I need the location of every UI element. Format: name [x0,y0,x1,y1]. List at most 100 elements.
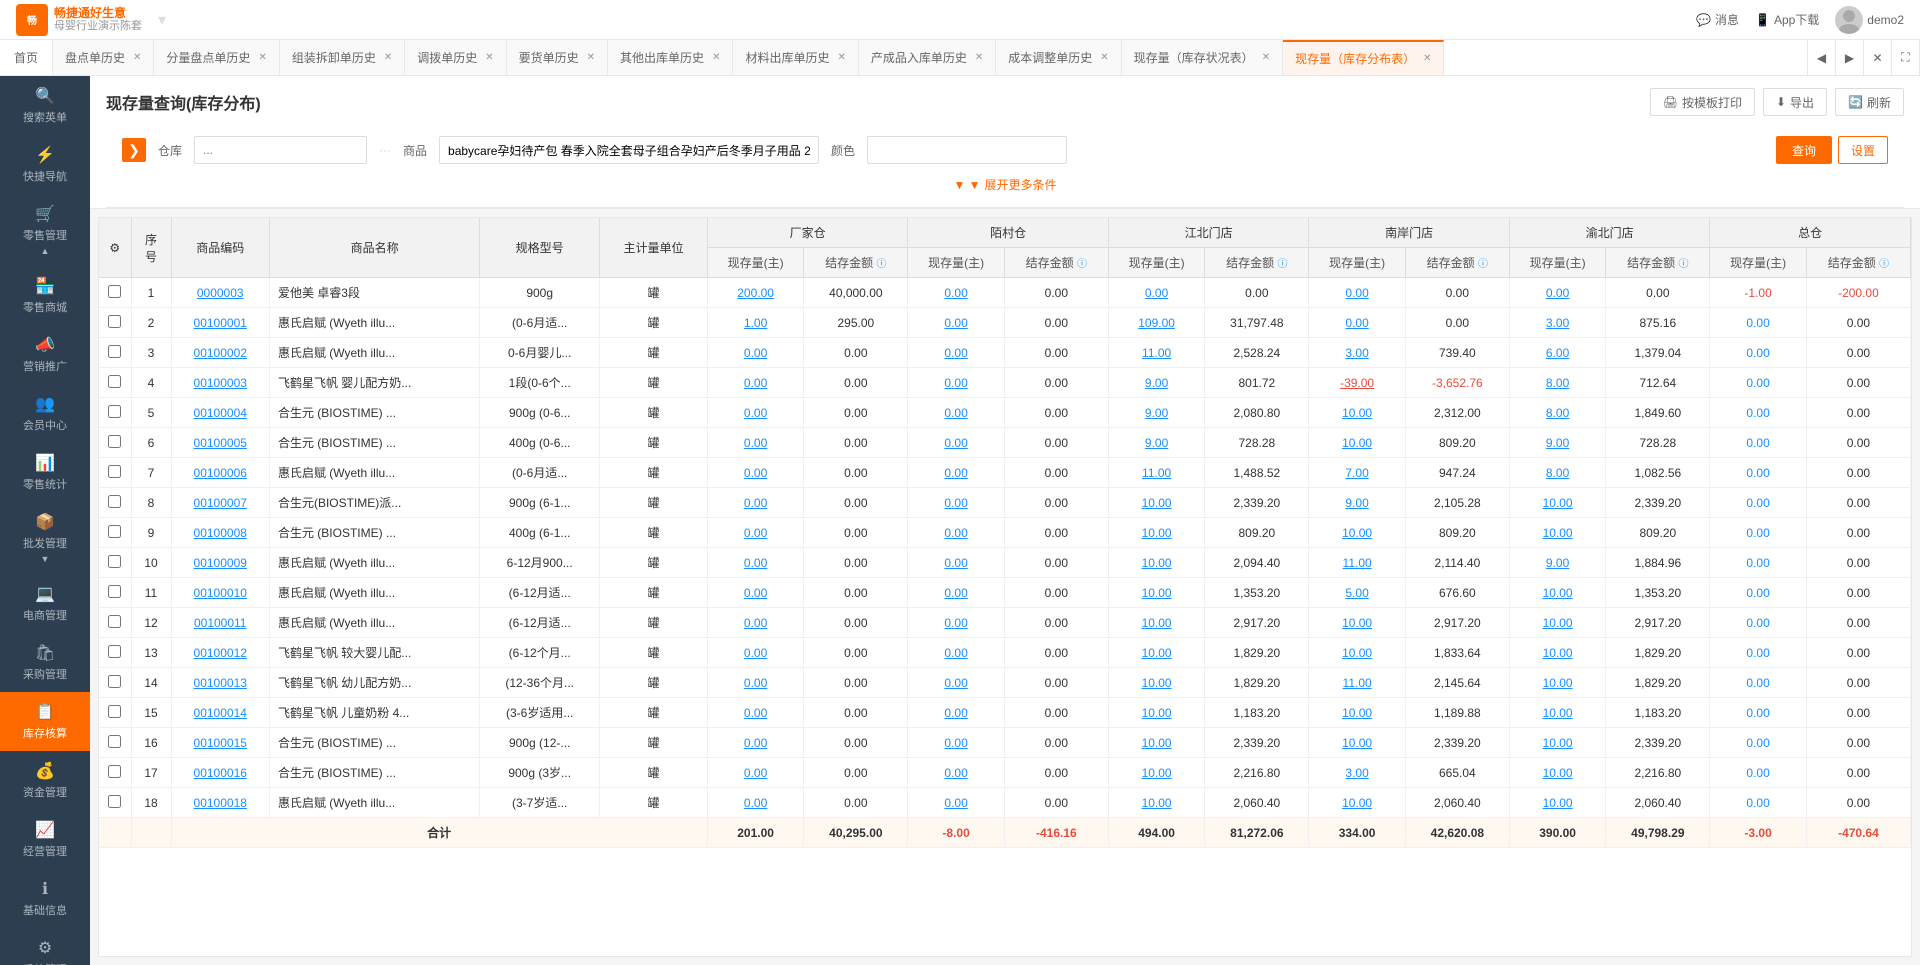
row-checkbox[interactable] [108,555,121,568]
tab-allocation[interactable]: 调拨单历史 ✕ [405,40,506,76]
row-checkbox[interactable] [108,585,121,598]
row-yb-qty: 8.00 [1509,458,1606,488]
search-btn[interactable]: 查询 [1776,136,1832,164]
sidebar-item-purchase[interactable]: 🛍 采购管理 [0,633,90,692]
row-check[interactable] [99,278,131,308]
row-unit: 罐 [600,668,708,698]
user-menu[interactable]: demo2 [1835,6,1904,34]
expand-btn[interactable]: ▼ ▼ 展开更多条件 [953,176,1056,193]
row-checkbox[interactable] [108,645,121,658]
row-check[interactable] [99,698,131,728]
tab-close-icon[interactable]: ✕ [837,52,845,63]
row-check[interactable] [99,368,131,398]
sidebar-item-system[interactable]: ⚙ 系统管理 [0,928,90,965]
tab-close-icon[interactable]: ✕ [975,52,983,63]
tab-home[interactable]: 首页 [0,40,53,76]
row-checkbox[interactable] [108,615,121,628]
row-f-qty: 0.00 [707,758,804,788]
tab-close-icon[interactable]: ✕ [133,52,141,63]
row-checkbox[interactable] [108,405,121,418]
tab-inventory-count[interactable]: 盘点单历史 ✕ [53,40,154,76]
tab-close-all-btn[interactable]: ✕ [1864,40,1892,76]
sidebar-item-search[interactable]: 🔍 搜索英单 [0,76,90,135]
tab-close-icon[interactable]: ✕ [485,52,493,63]
tab-requisition[interactable]: 要货单历史 ✕ [507,40,608,76]
row-check[interactable] [99,398,131,428]
tab-prev-btn[interactable]: ◀ [1808,40,1836,76]
tab-material-out[interactable]: 材料出库单历史 ✕ [733,40,858,76]
row-checkbox[interactable] [108,705,121,718]
row-checkbox[interactable] [108,735,121,748]
gear-header[interactable]: ⚙ [99,218,131,278]
row-checkbox[interactable] [108,795,121,808]
tab-maximize-btn[interactable]: ⛶ [1892,40,1920,76]
row-check[interactable] [99,548,131,578]
tab-next-btn[interactable]: ▶ [1836,40,1864,76]
row-check[interactable] [99,578,131,608]
row-checkbox[interactable] [108,315,121,328]
tab-stock-dist[interactable]: 现存量（库存分布表） ✕ [1283,40,1444,76]
row-check[interactable] [99,518,131,548]
sidebar-item-retail-mgmt[interactable]: 🛒 零售管理 ▲ [0,194,90,266]
row-checkbox[interactable] [108,495,121,508]
sidebar-item-ecommerce[interactable]: 💻 电商管理 [0,574,90,633]
dropdown-icon[interactable]: ▾ [158,10,166,30]
sidebar-item-finance[interactable]: 💰 资金管理 [0,751,90,810]
row-checkbox[interactable] [108,345,121,358]
row-name: 合生元(BIOSTIME)派... [269,488,479,518]
row-checkbox[interactable] [108,375,121,388]
row-total-amt: 0.00 [1806,368,1910,398]
row-check[interactable] [99,428,131,458]
row-check[interactable] [99,638,131,668]
row-checkbox[interactable] [108,435,121,448]
product-input[interactable] [439,136,819,164]
print-btn[interactable]: 🖨 按模板打印 [1650,88,1755,116]
row-m-qty: 0.00 [908,368,1005,398]
f-amt-header: 结存金额 ⓘ [804,248,908,278]
sidebar-item-ops[interactable]: 📈 经营管理 [0,810,90,869]
sidebar-item-wholesale[interactable]: 📦 批发管理 ▼ [0,502,90,574]
sidebar-item-inventory[interactable]: 📋 库存核算 [0,692,90,751]
row-checkbox[interactable] [108,285,121,298]
tab-close-icon[interactable]: ✕ [1100,52,1108,63]
row-check[interactable] [99,488,131,518]
row-checkbox[interactable] [108,465,121,478]
row-checkbox[interactable] [108,525,121,538]
tab-close-icon[interactable]: ✕ [587,52,595,63]
setting-btn[interactable]: 设置 [1838,136,1888,164]
filter-toggle-btn[interactable]: ❯ [122,138,146,162]
tab-close-icon[interactable]: ✕ [258,52,266,63]
sidebar-item-retail-stats[interactable]: 📊 零售统计 [0,443,90,502]
tab-close-icon[interactable]: ✕ [1262,52,1270,63]
tab-other-out[interactable]: 其他出库单历史 ✕ [608,40,733,76]
row-check[interactable] [99,788,131,818]
row-check[interactable] [99,338,131,368]
row-check[interactable] [99,608,131,638]
sidebar-item-nav[interactable]: ⚡ 快捷导航 [0,135,90,194]
sidebar-item-member[interactable]: 👥 会员中心 [0,384,90,443]
message-btn[interactable]: 💬 消息 [1696,11,1739,28]
sidebar-item-basic[interactable]: ℹ 基础信息 [0,869,90,928]
tab-close-icon[interactable]: ✕ [1423,53,1431,64]
tab-split-count[interactable]: 分量盘点单历史 ✕ [154,40,279,76]
row-checkbox[interactable] [108,675,121,688]
app-download-btn[interactable]: 📱 App下载 [1755,11,1819,28]
sidebar-item-marketing[interactable]: 📣 营销推广 [0,325,90,384]
tab-product-in[interactable]: 产成品入库单历史 ✕ [859,40,996,76]
row-check[interactable] [99,458,131,488]
export-btn[interactable]: ⬇ 导出 [1763,88,1827,116]
sidebar-item-mall[interactable]: 🏪 零售商城 [0,266,90,325]
row-check[interactable] [99,668,131,698]
row-checkbox[interactable] [108,765,121,778]
tab-stock-status[interactable]: 现存量（库存状况表） ✕ [1122,40,1283,76]
row-check[interactable] [99,758,131,788]
tab-cost-adjust[interactable]: 成本调整单历史 ✕ [996,40,1121,76]
tab-assemble[interactable]: 组装拆卸单历史 ✕ [280,40,405,76]
row-check[interactable] [99,728,131,758]
refresh-btn[interactable]: 🔄 刷新 [1835,88,1904,116]
warehouse-input[interactable] [194,136,367,164]
color-input[interactable] [867,136,1067,164]
tab-close-icon[interactable]: ✕ [384,52,392,63]
row-check[interactable] [99,308,131,338]
tab-close-icon[interactable]: ✕ [712,52,720,63]
